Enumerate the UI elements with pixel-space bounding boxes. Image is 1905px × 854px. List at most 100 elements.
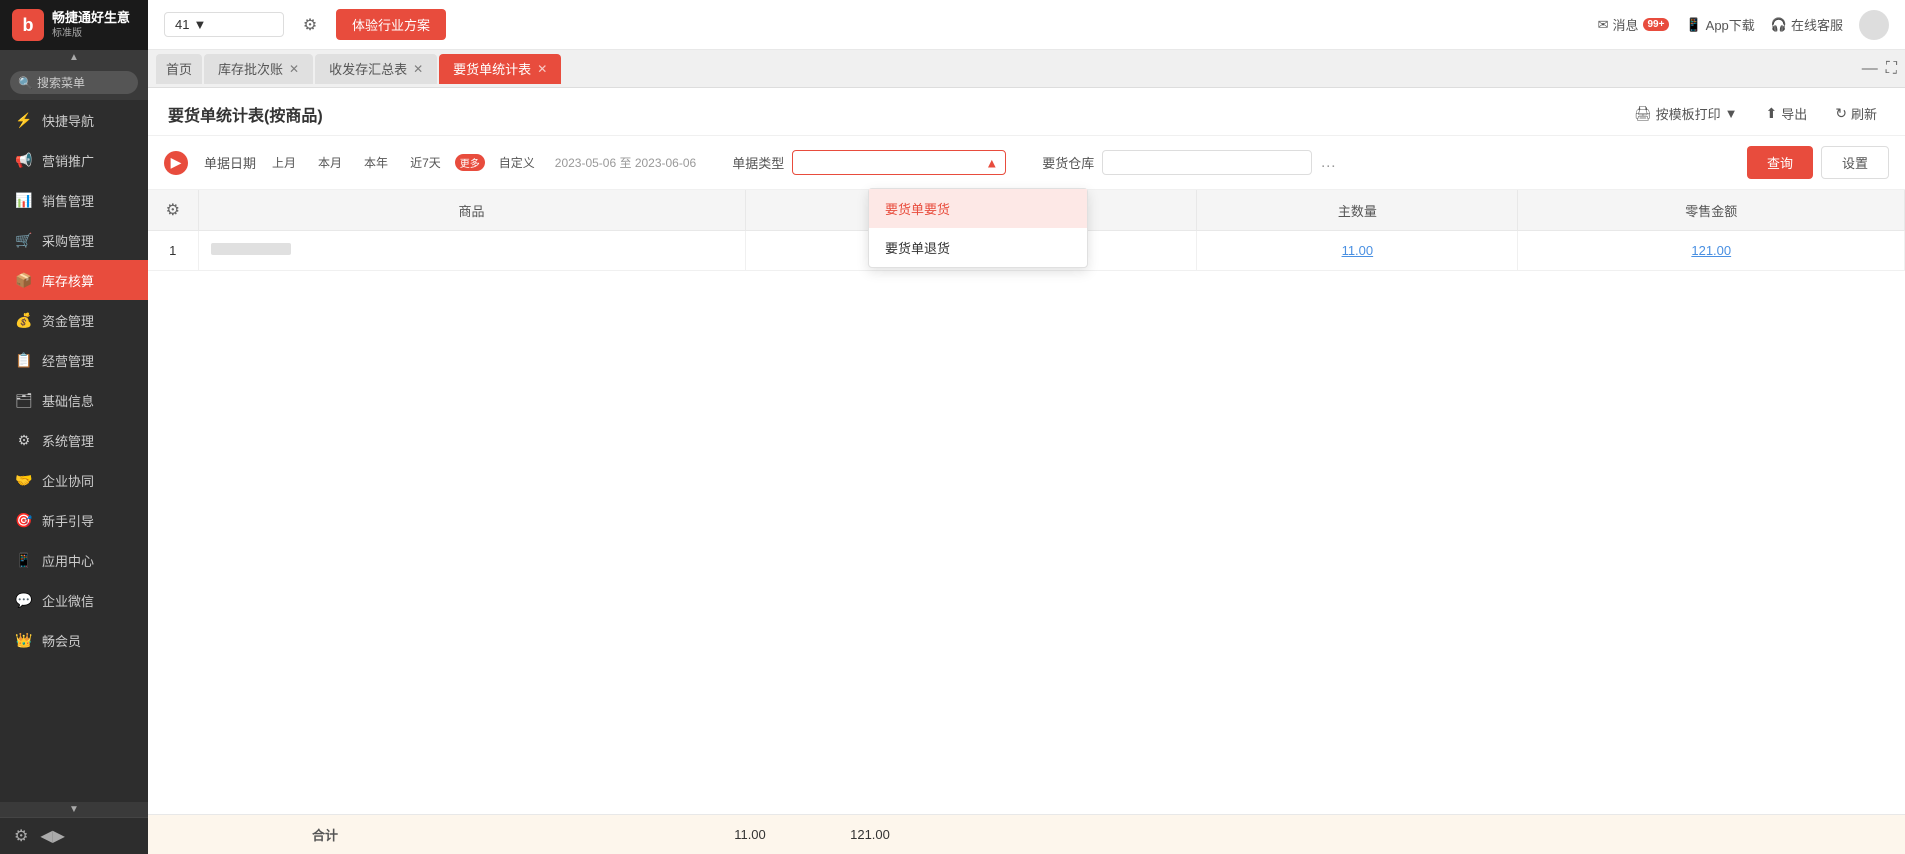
system-label: 系统管理 <box>42 431 94 450</box>
td-quantity: 11.00 <box>1197 231 1518 271</box>
date-range-display: 2023-05-06 至 2023-06-06 <box>555 154 696 171</box>
warehouse-more-icon[interactable]: … <box>1320 154 1336 172</box>
inventory-label: 库存核算 <box>42 271 94 290</box>
type-filter-group: 单据类型 ▲ <box>732 150 1006 175</box>
tab-home[interactable]: 首页 <box>156 54 202 84</box>
filter-expand-btn[interactable]: ▶ <box>164 151 188 175</box>
guide-label: 新手引导 <box>42 511 94 530</box>
sidebar-item-finance[interactable]: 💰 资金管理 <box>0 300 148 340</box>
tab-order-stats[interactable]: 要货单统计表 ✕ <box>439 54 561 84</box>
date-year-btn[interactable]: 本年 <box>356 151 396 174</box>
marketing-icon: 📢 <box>14 150 34 170</box>
store-selector[interactable]: 41 ▼ <box>164 12 284 37</box>
app-download-label: App下载 <box>1706 15 1755 34</box>
export-btn[interactable]: ⬆ 导出 <box>1758 100 1816 127</box>
sidebar-item-basic-info[interactable]: 🗂 基础信息 <box>0 380 148 420</box>
dropdown-item-order-return[interactable]: 要货单退货 <box>869 228 1087 267</box>
date-filter-group: 单据日期 上月 本月 本年 近7天 更多 自定义 2023-05-06 至 20… <box>204 151 696 174</box>
amount-link[interactable]: 121.00 <box>1691 243 1731 258</box>
quantity-link[interactable]: 11.00 <box>1342 243 1374 258</box>
tab-minimize-icon[interactable]: — <box>1862 60 1878 78</box>
sidebar-item-quick-nav[interactable]: ⚡ 快捷导航 <box>0 100 148 140</box>
sidebar-scroll-down[interactable]: ▼ <box>0 802 148 817</box>
page-content: 要货单统计表(按商品) 🖨 按模板打印 ▼ ⬆ 导出 ↻ 刷新 ▶ <box>148 88 1905 854</box>
sidebar-item-inventory[interactable]: 📦 库存核算 <box>0 260 148 300</box>
sidebar-item-enterprise[interactable]: 🤝 企业协同 <box>0 460 148 500</box>
date-custom-btn[interactable]: 自定义 <box>491 151 543 174</box>
sidebar-item-marketing[interactable]: 📢 营销推广 <box>0 140 148 180</box>
export-icon: ⬆ <box>1766 105 1778 122</box>
settings-gear-icon[interactable]: ⚙ <box>14 826 28 846</box>
download-icon: 📱 <box>1685 17 1701 33</box>
tab-receive-summary-close[interactable]: ✕ <box>413 62 423 76</box>
store-number: 41 <box>175 17 189 32</box>
wechat-label: 企业微信 <box>42 591 94 610</box>
td-index: 1 <box>148 231 198 271</box>
tab-inventory-batch-close[interactable]: ✕ <box>289 62 299 76</box>
table-container: ⚙ 商品 主计量单位 主数量 零售金额 1 块 11.00 <box>148 190 1905 814</box>
purchase-label: 采购管理 <box>42 231 94 250</box>
sidebar-nav: ⚡ 快捷导航 📢 营销推广 📊 销售管理 🛒 采购管理 📦 库存核算 💰 资金管… <box>0 100 148 802</box>
date-recent-btn[interactable]: 近7天 <box>402 151 449 174</box>
export-label: 导出 <box>1781 104 1807 123</box>
sidebar-search-area: 🔍 搜索菜单 <box>0 65 148 100</box>
refresh-btn[interactable]: ↻ 刷新 <box>1827 100 1885 127</box>
operations-label: 经营管理 <box>42 351 94 370</box>
sidebar-item-sales[interactable]: 📊 销售管理 <box>0 180 148 220</box>
dropdown-item-order-return-label: 要货单退货 <box>885 241 950 256</box>
print-btn[interactable]: 🖨 按模板打印 ▼ <box>1626 100 1746 127</box>
page-header: 要货单统计表(按商品) 🖨 按模板打印 ▼ ⬆ 导出 ↻ 刷新 <box>148 88 1905 136</box>
main-area: 41 ▼ ⚙ 体验行业方案 ✉ 消息 99+ 📱 App下载 🎧 在线客服 <box>148 0 1905 854</box>
filter-settings-button[interactable]: 设置 <box>1821 146 1889 179</box>
sidebar-item-app-center[interactable]: 📱 应用中心 <box>0 540 148 580</box>
tab-order-stats-label: 要货单统计表 <box>453 59 531 78</box>
app-center-icon: 📱 <box>14 550 34 570</box>
enterprise-label: 企业协同 <box>42 471 94 490</box>
dropdown-item-order-goods[interactable]: 要货单要货 <box>869 189 1087 228</box>
sidebar-item-purchase[interactable]: 🛒 采购管理 <box>0 220 148 260</box>
filter-btns: 查询 设置 <box>1747 146 1889 179</box>
enterprise-icon: 🤝 <box>14 470 34 490</box>
search-menu-btn[interactable]: 🔍 搜索菜单 <box>10 71 138 94</box>
sidebar-item-guide[interactable]: 🎯 新手引导 <box>0 500 148 540</box>
print-dropdown-icon: ▼ <box>1725 106 1738 121</box>
type-filter-label: 单据类型 <box>732 153 784 172</box>
wechat-icon: 💬 <box>14 590 34 610</box>
topbar-gear-btn[interactable]: ⚙ <box>296 11 324 39</box>
query-button[interactable]: 查询 <box>1747 146 1813 179</box>
tab-receive-summary-label: 收发存汇总表 <box>329 59 407 78</box>
app-center-label: 应用中心 <box>42 551 94 570</box>
trial-button[interactable]: 体验行业方案 <box>336 9 446 40</box>
guide-icon: 🎯 <box>14 510 34 530</box>
search-icon: 🔍 <box>18 76 33 90</box>
date-current-btn[interactable]: 本月 <box>310 151 350 174</box>
tab-order-stats-close[interactable]: ✕ <box>537 62 547 76</box>
avatar[interactable] <box>1859 10 1889 40</box>
table-settings-icon[interactable]: ⚙ <box>166 202 180 219</box>
collapse-icon[interactable]: ◀▶ <box>40 826 65 846</box>
tab-maximize-icon[interactable]: ⛶ <box>1886 60 1897 78</box>
headset-icon: 🎧 <box>1771 17 1787 33</box>
online-service-btn[interactable]: 🎧 在线客服 <box>1771 15 1843 34</box>
date-up-btn[interactable]: 上月 <box>264 151 304 174</box>
quick-nav-icon: ⚡ <box>14 110 34 130</box>
warehouse-input[interactable] <box>1102 150 1312 175</box>
message-badge: 99+ <box>1643 18 1670 31</box>
sidebar-item-wechat[interactable]: 💬 企业微信 <box>0 580 148 620</box>
sidebar-item-members[interactable]: 👑 畅会员 <box>0 620 148 660</box>
date-more-badge[interactable]: 更多 <box>455 154 485 171</box>
page-actions: 🖨 按模板打印 ▼ ⬆ 导出 ↻ 刷新 <box>1626 100 1885 127</box>
sidebar-scroll-up[interactable]: ▲ <box>0 50 148 65</box>
table-footer: 合计 11.00 121.00 <box>148 814 1905 854</box>
tab-receive-summary[interactable]: 收发存汇总表 ✕ <box>315 54 437 84</box>
sidebar-item-operations[interactable]: 📋 经营管理 <box>0 340 148 380</box>
app-download-btn[interactable]: 📱 App下载 <box>1685 15 1754 34</box>
type-select-input[interactable] <box>792 150 1006 175</box>
sidebar-item-system[interactable]: ⚙ 系统管理 <box>0 420 148 460</box>
tab-inventory-batch[interactable]: 库存批次账 ✕ <box>204 54 313 84</box>
th-amount: 零售金额 <box>1518 190 1905 231</box>
inventory-icon: 📦 <box>14 270 34 290</box>
th-gear[interactable]: ⚙ <box>148 190 198 231</box>
message-btn[interactable]: ✉ 消息 99+ <box>1598 15 1670 34</box>
members-icon: 👑 <box>14 630 34 650</box>
